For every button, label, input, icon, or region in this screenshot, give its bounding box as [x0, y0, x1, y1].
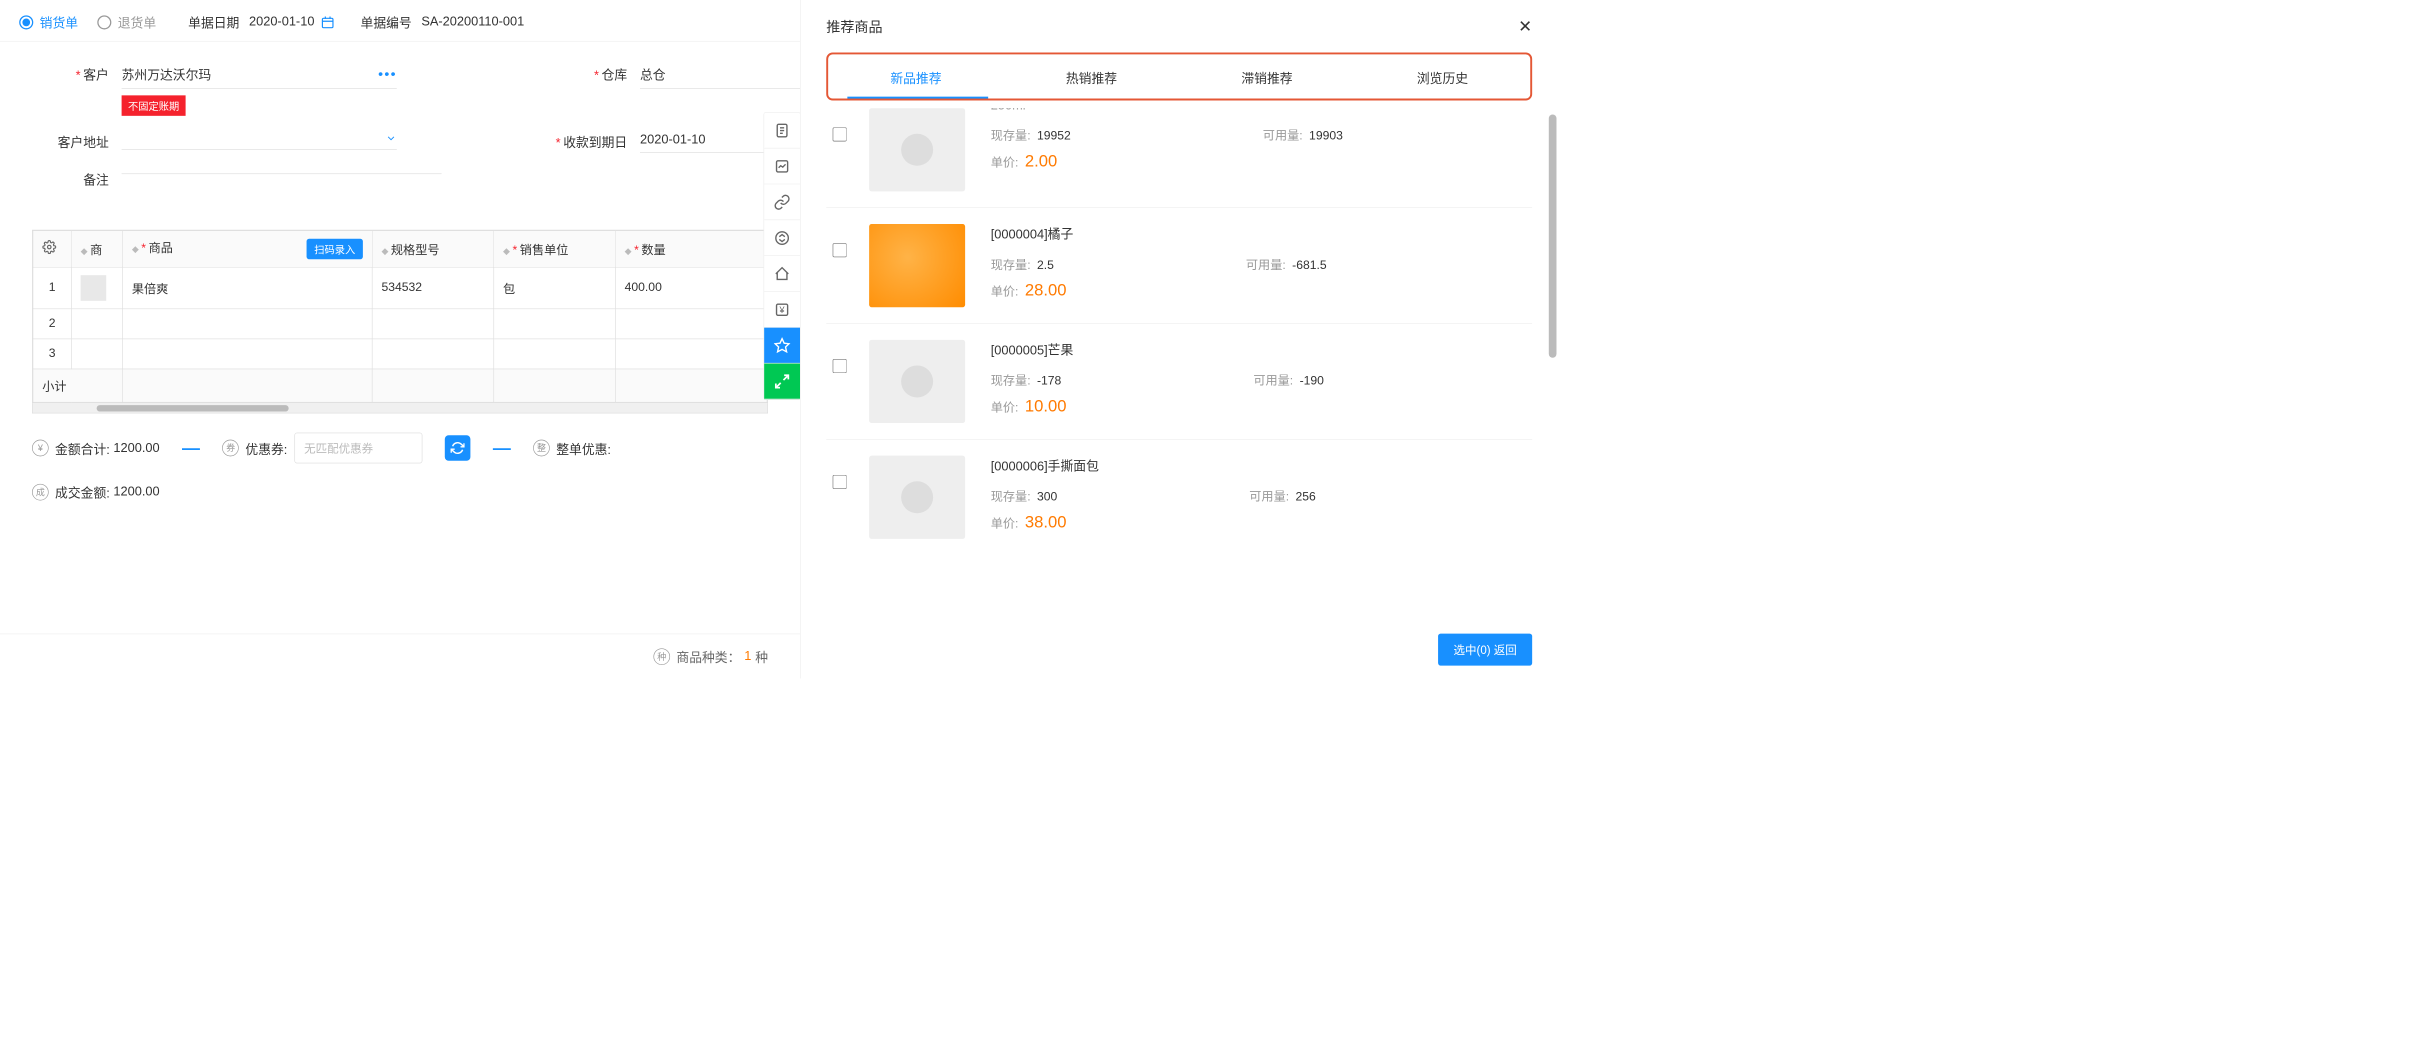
chevron-down-icon [385, 132, 397, 144]
gear-icon [42, 240, 56, 254]
product-name: [0000004]橘子 [991, 224, 1532, 243]
customer-value: 苏州万达沃尔玛 [122, 65, 212, 84]
doc-tabs-header: 销货单 退货单 单据日期 2020-01-10 单据编号 SA-20200110… [0, 0, 800, 42]
product-item[interactable]: [0000004]橘子 现存量:2.5 可用量:-681.5 单价:28.00 [826, 208, 1532, 324]
remark-input[interactable] [122, 166, 442, 174]
customer-input[interactable]: 苏州万达沃尔玛 ••• [122, 61, 397, 89]
table-row[interactable]: 3 [33, 339, 767, 369]
vertical-scrollbar[interactable] [1549, 115, 1557, 358]
side-toolbar: ¥ [764, 112, 801, 400]
tab-hot-products[interactable]: 热销推荐 [1004, 57, 1180, 99]
tab-label: 销货单 [40, 13, 78, 32]
table-row[interactable]: 2 [33, 309, 767, 339]
product-image [869, 224, 965, 307]
horizontal-scrollbar[interactable] [32, 403, 768, 413]
more-icon[interactable]: ••• [378, 66, 397, 83]
product-name: [0000005]芒果 [991, 340, 1532, 359]
minus-icon: — [493, 438, 511, 458]
doc-number-field: 单据编号 SA-20200110-001 [361, 13, 531, 32]
tool-swap-icon[interactable] [764, 220, 800, 256]
recommend-tabs-highlight: 新品推荐 热销推荐 滞销推荐 浏览历史 [826, 52, 1532, 100]
col-product[interactable]: ◆*商品扫码录入 [123, 231, 373, 267]
tab-label: 退货单 [118, 13, 156, 32]
discount-icon: 整 [533, 440, 550, 457]
radio-icon [19, 15, 33, 29]
warehouse-label: *仓库 [550, 61, 640, 83]
customer-label: *客户 [32, 61, 122, 83]
calendar-icon[interactable] [321, 15, 335, 29]
svg-text:¥: ¥ [779, 305, 786, 315]
col-qty[interactable]: ◆*数量 [615, 231, 767, 267]
address-input[interactable] [122, 129, 397, 150]
settings-column[interactable] [33, 231, 71, 267]
refresh-button[interactable] [445, 435, 471, 461]
product-item[interactable]: [0000005]芒果 现存量:-178 可用量:-190 单价:10.00 [826, 324, 1532, 440]
deal-icon: 成 [32, 484, 49, 501]
totals-section: ¥ 金额合计: 1200.00 — 券 优惠券: 无匹配优惠券 — 整 整单优惠… [0, 413, 800, 482]
product-thumbnail [81, 275, 107, 301]
product-name: [0000006]手撕面包 [991, 456, 1532, 475]
bottom-bar: 种 商品种类： 1 种 [0, 634, 800, 679]
deal-amount: 成 成交金额: 1200.00 [32, 483, 160, 502]
form-section: *客户 苏州万达沃尔玛 ••• 不固定账期 *仓库 总仓 客户地 [0, 42, 800, 211]
product-image [869, 340, 965, 423]
product-checkbox[interactable] [833, 127, 847, 143]
num-value: SA-20200110-001 [421, 15, 524, 30]
line-items-table: ◆商 ◆*商品扫码录入 ◆规格型号 ◆*销售单位 ◆*数量 1 果倍爽 5345… [32, 230, 768, 403]
tool-star-icon[interactable] [764, 328, 800, 364]
num-label: 单据编号 [361, 13, 412, 32]
product-list[interactable]: 250ml 现存量:19952 可用量:19903 单价:2.00 [00000… [801, 108, 1558, 621]
product-image [869, 456, 965, 539]
minus-icon: — [182, 438, 200, 458]
coupon-input[interactable]: 无匹配优惠券 [294, 433, 422, 464]
product-image [869, 108, 965, 191]
col-unit[interactable]: ◆*销售单位 [494, 231, 616, 267]
tab-slow-products[interactable]: 滞销推荐 [1179, 57, 1355, 99]
tool-link-icon[interactable] [764, 184, 800, 220]
tool-expand-icon[interactable] [764, 364, 800, 400]
subtotal-row: 小计 [33, 369, 767, 402]
scan-input-button[interactable]: 扫码录入 [307, 239, 363, 259]
remark-label: 备注 [32, 166, 122, 188]
tab-new-products[interactable]: 新品推荐 [828, 57, 1004, 99]
date-label: 单据日期 [188, 13, 239, 32]
warehouse-input[interactable]: 总仓 [640, 61, 819, 89]
date-value[interactable]: 2020-01-10 [249, 15, 314, 30]
tool-chart-icon[interactable] [764, 148, 800, 184]
kinds-icon: 种 [653, 648, 670, 665]
product-checkbox[interactable] [833, 243, 847, 259]
yen-icon: ¥ [32, 440, 49, 457]
amount-total: ¥ 金额合计: 1200.00 [32, 439, 160, 458]
col-spec[interactable]: ◆规格型号 [372, 231, 494, 267]
col-merchant[interactable]: ◆商 [71, 231, 122, 267]
product-checkbox[interactable] [833, 359, 847, 375]
tab-sale-order[interactable]: 销货单 [19, 13, 78, 32]
tool-house-icon[interactable] [764, 256, 800, 292]
select-return-button[interactable]: 选中(0) 返回 [1438, 634, 1532, 666]
product-item[interactable]: 250ml 现存量:19952 可用量:19903 单价:2.00 [826, 108, 1532, 208]
coupon-field: 券 优惠券: 无匹配优惠券 [222, 433, 422, 464]
product-checkbox[interactable] [833, 475, 847, 491]
recommend-panel: 推荐商品 ✕ 新品推荐 热销推荐 滞销推荐 浏览历史 250ml 现存量:199… [800, 0, 1558, 678]
tab-browse-history[interactable]: 浏览历史 [1355, 57, 1531, 99]
product-item[interactable]: [0000006]手撕面包 现存量:300 可用量:256 单价:38.00 [826, 440, 1532, 555]
panel-title: 推荐商品 [826, 16, 882, 36]
tool-currency-icon[interactable]: ¥ [764, 292, 800, 328]
address-label: 客户地址 [32, 129, 122, 151]
tool-doc-icon[interactable] [764, 113, 800, 149]
left-pane: 销货单 退货单 单据日期 2020-01-10 单据编号 SA-20200110… [0, 0, 800, 678]
close-icon[interactable]: ✕ [1518, 16, 1532, 36]
doc-date-field: 单据日期 2020-01-10 [188, 13, 335, 32]
table-row[interactable]: 1 果倍爽 534532 包 400.00 [33, 267, 767, 309]
radio-icon [97, 15, 111, 29]
due-label: *收款到期日 [550, 129, 640, 151]
coupon-icon: 券 [222, 440, 239, 457]
whole-discount: 整 整单优惠: [533, 439, 611, 458]
product-name: 250ml [991, 108, 1532, 113]
tab-return-order[interactable]: 退货单 [97, 13, 156, 32]
account-period-tag: 不固定账期 [122, 95, 186, 115]
